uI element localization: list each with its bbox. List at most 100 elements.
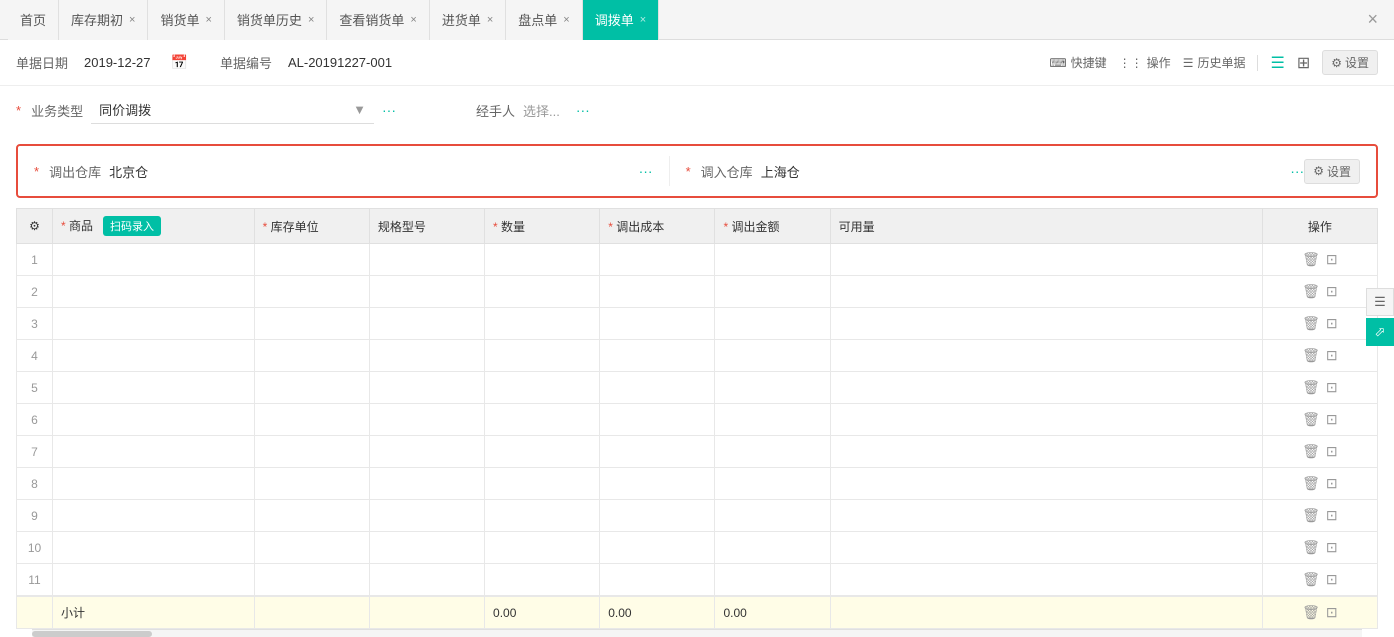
row-4-delete-icon[interactable]: 🗑 [1302,347,1320,364]
subtotal-copy-icon[interactable]: ⊡ [1326,604,1338,621]
row-7-copy-icon[interactable]: ⊡ [1326,443,1338,460]
calendar-icon[interactable]: 📅 [171,54,188,71]
row-11-copy-icon[interactable]: ⊡ [1326,571,1338,588]
business-type-value: 同价调拨 [99,100,151,119]
row-3-qty [485,308,600,340]
warehouse-out-value[interactable]: 北京仓 [109,162,148,181]
close-purchase-order-icon[interactable]: × [487,14,493,26]
row-9-copy-icon[interactable]: ⊡ [1326,507,1338,524]
warehouse-in-more-icon[interactable]: ··· [1290,163,1304,179]
shortcut-button[interactable]: ⌨ 快捷键 [1049,54,1106,71]
row-3-amount [715,308,830,340]
row-6-product[interactable] [53,404,255,436]
tab-sales-history[interactable]: 销货单历史 × [225,0,327,40]
tab-sales-order[interactable]: 销货单 × [148,0,224,40]
tab-transfer-order[interactable]: 调拨单 × [583,0,659,40]
row-8-delete-icon[interactable]: 🗑 [1302,475,1320,492]
row-10-delete-icon[interactable]: 🗑 [1302,539,1320,556]
th-gear[interactable]: ⚙ [17,209,53,244]
row-1-product[interactable] [53,244,255,276]
horizontal-scrollbar[interactable] [32,629,1362,637]
history-button[interactable]: ☰ 历史单据 [1183,54,1246,71]
tab-inventory-check[interactable]: 盘点单 × [506,0,582,40]
layout1-icon[interactable]: ☰ [1270,53,1284,73]
doc-value[interactable]: AL-20191227-001 [288,55,392,70]
warehouse-in-value[interactable]: 上海仓 [761,162,800,181]
close-sales-history-icon[interactable]: × [308,14,314,26]
row-4-copy-icon[interactable]: ⊡ [1326,347,1338,364]
business-type-select[interactable]: 同价调拨 ▼ [91,96,374,124]
th-spec: 规格型号 [369,209,484,244]
th-product: * 商品 扫码录入 [53,209,255,244]
row-8-spec [369,468,484,500]
row-11-qty [485,564,600,596]
row-3-delete-icon[interactable]: 🗑 [1302,315,1320,332]
row-10-copy-icon[interactable]: ⊡ [1326,539,1338,556]
row-10-product[interactable] [53,532,255,564]
row-1-unit [254,244,369,276]
row-11-delete-icon[interactable]: 🗑 [1302,571,1320,588]
row-3-product[interactable] [53,308,255,340]
settings-button[interactable]: ⚙ 设置 [1322,50,1378,75]
row-7-product[interactable] [53,436,255,468]
row-6-delete-icon[interactable]: 🗑 [1302,411,1320,428]
row-5-product[interactable] [53,372,255,404]
subtotal-unit-cell [254,597,369,629]
tab-purchase-order[interactable]: 进货单 × [430,0,506,40]
tab-bar: 首页 库存期初 × 销货单 × 销货单历史 × 查看销货单 × 进货单 × 盘点… [0,0,1394,40]
row-7-delete-icon[interactable]: 🗑 [1302,443,1320,460]
shortcut-icon: ⌨ [1049,56,1066,70]
date-value[interactable]: 2019-12-27 [84,55,151,70]
close-view-sales-icon[interactable]: × [410,14,416,26]
tab-home[interactable]: 首页 [8,0,59,40]
table-row: 4 🗑 ⊡ [17,340,1378,372]
scan-button[interactable]: 扫码录入 [103,216,161,236]
warehouse-in-label: 调入仓库 [701,162,753,181]
row-3-copy-icon[interactable]: ⊡ [1326,315,1338,332]
row-1-copy-icon[interactable]: ⊡ [1326,251,1338,268]
row-2-spec [369,276,484,308]
row-8-qty [485,468,600,500]
row-1-delete-icon[interactable]: 🗑 [1302,251,1320,268]
row-2-product[interactable] [53,276,255,308]
scroll-thumb [32,631,152,637]
row-4-spec [369,340,484,372]
operate-button[interactable]: ⋮⋮ 操作 [1119,54,1171,71]
row-5-delete-icon[interactable]: 🗑 [1302,379,1320,396]
tab-inventory-init[interactable]: 库存期初 × [59,0,148,40]
row-4-unit [254,340,369,372]
row-6-spec [369,404,484,436]
subtotal-delete-icon[interactable]: 🗑 [1302,604,1320,621]
tab-close-global-icon[interactable]: × [1359,9,1386,30]
row-8-copy-icon[interactable]: ⊡ [1326,475,1338,492]
row-9-delete-icon[interactable]: 🗑 [1302,507,1320,524]
close-inventory-init-icon[interactable]: × [129,14,135,26]
layout2-icon[interactable]: ⊞ [1297,53,1310,73]
row-9-product[interactable] [53,500,255,532]
close-transfer-order-icon[interactable]: × [640,14,646,26]
handler-more-icon[interactable]: ··· [576,102,590,118]
warehouse-settings-button[interactable]: ⚙ 设置 [1304,159,1360,184]
header-divider [1257,55,1258,71]
handler-value[interactable]: 选择... [523,101,560,120]
row-7-cost [600,436,715,468]
business-more-icon[interactable]: ··· [382,102,396,118]
row-11-cost [600,564,715,596]
row-11-product[interactable] [53,564,255,596]
row-4-available [830,340,1262,372]
tab-view-sales[interactable]: 查看销货单 × [327,0,429,40]
right-expand-icon[interactable]: ⬀ [1366,318,1394,346]
row-5-copy-icon[interactable]: ⊡ [1326,379,1338,396]
close-inventory-check-icon[interactable]: × [563,14,569,26]
subtotal-available-cell [830,597,1262,629]
warehouse-out-more-icon[interactable]: ··· [639,163,653,179]
row-3-spec [369,308,484,340]
row-8-product[interactable] [53,468,255,500]
row-6-copy-icon[interactable]: ⊡ [1326,411,1338,428]
table-row: 1 🗑 ⊡ [17,244,1378,276]
row-2-copy-icon[interactable]: ⊡ [1326,283,1338,300]
row-2-delete-icon[interactable]: 🗑 [1302,283,1320,300]
right-list-icon[interactable]: ☰ [1366,288,1394,316]
row-4-product[interactable] [53,340,255,372]
close-sales-order-icon[interactable]: × [205,14,211,26]
